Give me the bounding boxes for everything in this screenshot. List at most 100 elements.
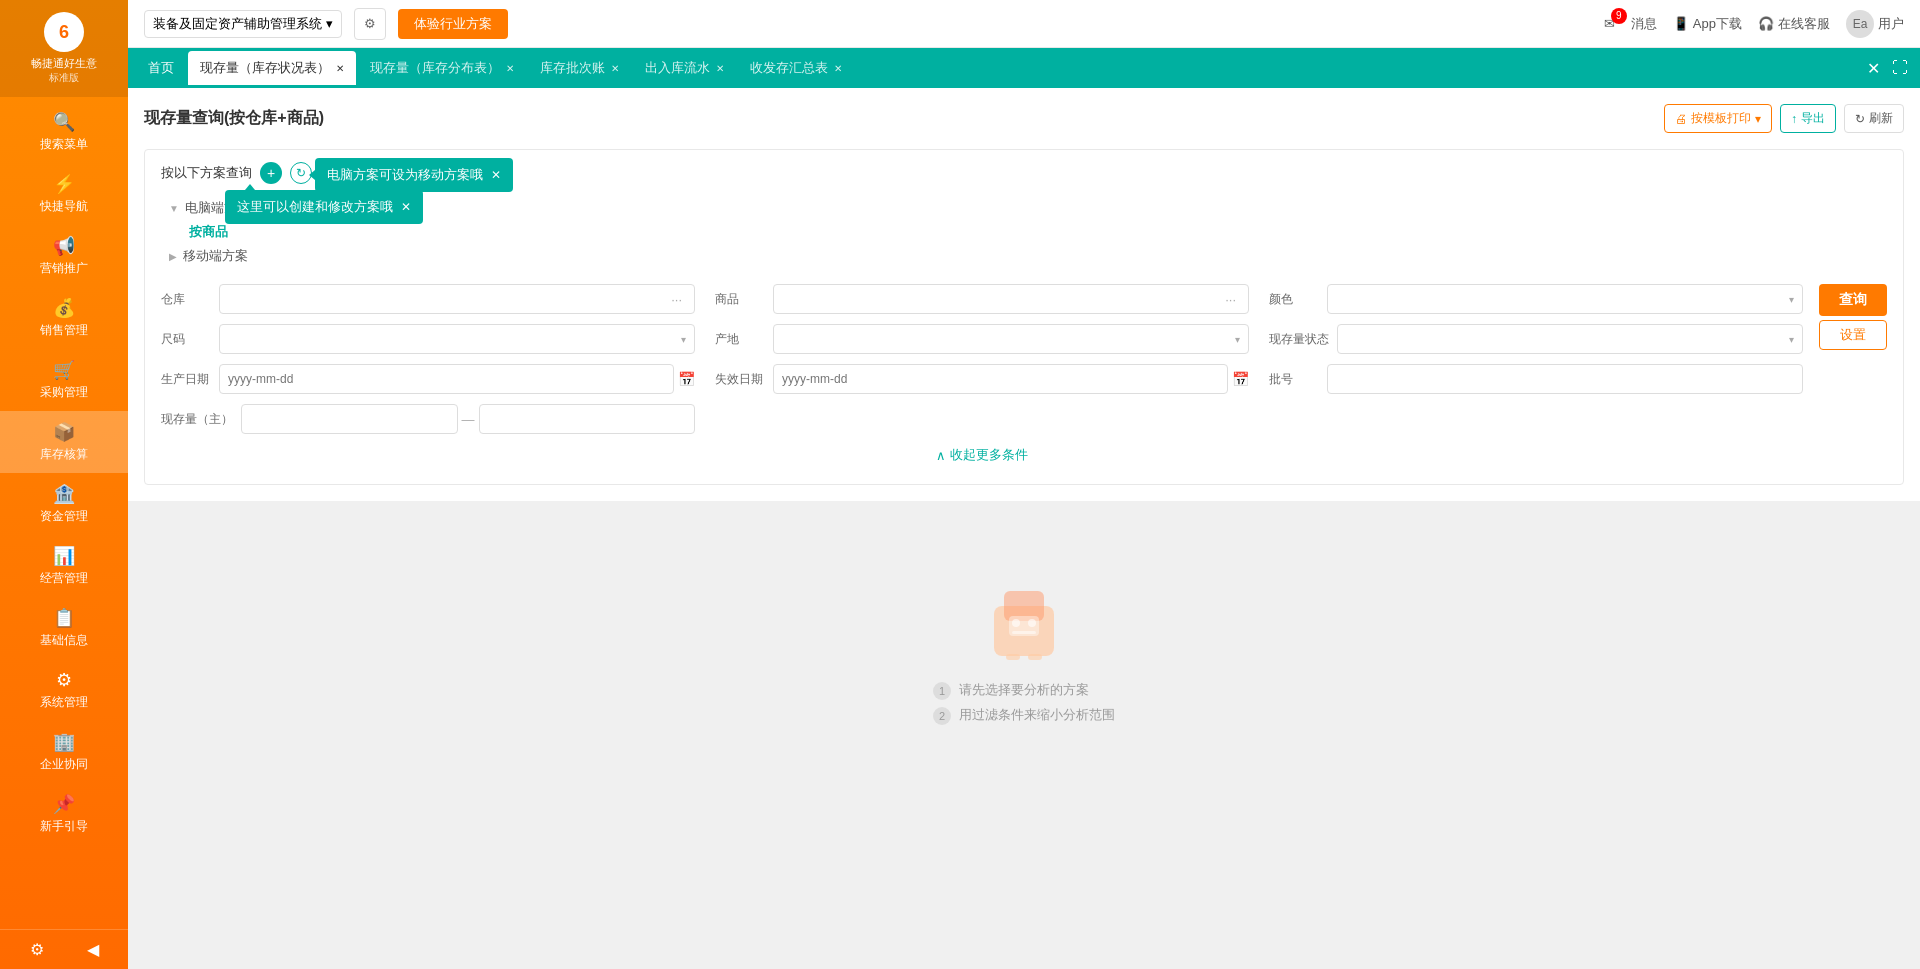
size-label: 尺码 [161,331,211,348]
warehouse-dots-icon[interactable]: ··· [667,292,686,307]
header-settings-btn[interactable]: ⚙ [354,8,386,40]
filter-goods: 商品 ··· [715,284,1249,314]
tooltip-create-text: 这里可以创建和修改方案哦 [237,198,393,216]
stock-main-max[interactable] [479,404,696,434]
tab-collect-summary-close[interactable]: ✕ [834,63,842,74]
goods-select[interactable]: ··· [773,284,1249,314]
expand-icon: ▼ [169,203,179,214]
origin-select[interactable]: ▾ [773,324,1249,354]
user-action[interactable]: Ea 用户 [1846,10,1904,38]
user-label: 用户 [1878,15,1904,33]
tab-inout-flow[interactable]: 出入库流水 ✕ [633,51,736,85]
scheme-desktop[interactable]: ▼ 电脑端方案 [169,196,1887,220]
stock-main-min[interactable] [241,404,458,434]
notification-action[interactable]: ✉ 9 消息 [1604,15,1657,33]
search-btn[interactable]: 查询 [1819,284,1887,316]
set-btn[interactable]: 设置 [1819,320,1887,350]
size-chevron-icon: ▾ [681,334,686,345]
chevron-down-icon: ▾ [326,16,333,31]
top-header: 装备及固定资产辅助管理系统 ▾ ⚙ 体验行业方案 ✉ 9 消息 📱 App下载 … [128,0,1920,48]
filter-add-btn[interactable]: + [260,162,282,184]
sidebar-item-guide[interactable]: 📌 新手引导 [0,783,128,845]
stock-status-select[interactable]: ▾ [1337,324,1803,354]
collapse-btn-label: 收起更多条件 [950,446,1028,464]
refresh-icon: ↻ [1855,112,1865,126]
tab-batch-account[interactable]: 库存批次账 ✕ [528,51,631,85]
sidebar-item-purchase[interactable]: 🛒 采购管理 [0,349,128,411]
color-label: 颜色 [1269,291,1319,308]
scheme-desktop-child[interactable]: 按商品 [169,220,1887,244]
main-area: 装备及固定资产辅助管理系统 ▾ ⚙ 体验行业方案 ✉ 9 消息 📱 App下载 … [128,0,1920,969]
goods-label: 商品 [715,291,765,308]
production-date-field: 📅 [219,364,695,394]
sidebar-collapse-btn[interactable]: ◀ [87,940,99,959]
bank-icon: 🏦 [53,483,75,505]
step-1-num: 1 [933,682,951,700]
app-download-action[interactable]: 📱 App下载 [1673,15,1742,33]
sidebar-item-enterprise[interactable]: 🏢 企业协同 [0,721,128,783]
sidebar-item-basic[interactable]: 📋 基础信息 [0,597,128,659]
tab-bar-actions: ✕ ⛶ [1863,55,1912,82]
batch-input[interactable] [1327,364,1803,394]
flash-icon: ⚡ [53,173,75,195]
tooltip-create-close[interactable]: ✕ [401,200,411,214]
sidebar-item-search[interactable]: 🔍 搜索菜单 [0,101,128,163]
industry-btn[interactable]: 体验行业方案 [398,9,508,39]
refresh-btn[interactable]: ↻ 刷新 [1844,104,1904,133]
production-calendar-icon[interactable]: 📅 [678,371,695,387]
dropdown-arrow-icon: ▾ [1755,112,1761,126]
range-separator: — [462,412,475,427]
sidebar-item-finance[interactable]: 🏦 资金管理 [0,473,128,535]
sidebar-settings-btn[interactable]: ⚙ [30,940,44,959]
refresh-label: 刷新 [1869,110,1893,127]
tab-collect-summary[interactable]: 收发存汇总表 ✕ [738,51,854,85]
expiry-date-input[interactable] [773,364,1228,394]
expiry-date-field: 📅 [773,364,1249,394]
system-title-select[interactable]: 装备及固定资产辅助管理系统 ▾ [144,10,342,38]
page-title-row: 现存量查询(按仓库+商品) 🖨 按模板打印 ▾ ↑ 导出 ↻ 刷新 [144,104,1904,133]
sidebar-item-sales[interactable]: 💰 销售管理 [0,287,128,349]
expiry-calendar-icon[interactable]: 📅 [1232,371,1249,387]
filter-grid: 仓库 ··· 商品 ··· [161,284,1803,434]
sidebar-item-system[interactable]: ⚙ 系统管理 [0,659,128,721]
warehouse-select[interactable]: ··· [219,284,695,314]
tab-inout-flow-close[interactable]: ✕ [716,63,724,74]
cart-icon: 🛒 [53,359,75,381]
warehouse-label: 仓库 [161,291,211,308]
sidebar-item-marketing[interactable]: 📢 营销推广 [0,225,128,287]
tab-inventory-status[interactable]: 现存量（库存状况表） ✕ [188,51,356,85]
tab-batch-account-close[interactable]: ✕ [611,63,619,74]
sidebar-item-operation[interactable]: 📊 经营管理 [0,535,128,597]
sidebar-item-quick-nav[interactable]: ⚡ 快捷导航 [0,163,128,225]
color-select[interactable]: ▾ [1327,284,1803,314]
production-date-input[interactable] [219,364,674,394]
empty-illustration [974,581,1074,661]
origin-label: 产地 [715,331,765,348]
tab-inventory-status-close[interactable]: ✕ [336,63,344,74]
production-date-label: 生产日期 [161,371,211,388]
scheme-mobile[interactable]: ▶ 移动端方案 [169,244,1887,268]
system-title-text: 装备及固定资产辅助管理系统 [153,15,322,33]
stock-status-label: 现存量状态 [1269,331,1329,348]
tooltip-scheme-close[interactable]: ✕ [491,168,501,182]
sidebar-footer: ⚙ ◀ [0,929,128,969]
empty-icon [974,581,1074,661]
tab-inventory-dist-close[interactable]: ✕ [506,63,514,74]
online-service-action[interactable]: 🎧 在线客服 [1758,15,1830,33]
print-icon: 🖨 [1675,112,1687,126]
tab-close-all-btn[interactable]: ✕ [1863,55,1884,82]
box-icon: 📦 [53,421,75,443]
export-btn[interactable]: ↑ 导出 [1780,104,1836,133]
sidebar-item-inventory[interactable]: 📦 库存核算 [0,411,128,473]
tab-home[interactable]: 首页 [136,51,186,85]
tab-fullscreen-btn[interactable]: ⛶ [1888,55,1912,81]
megaphone-icon: 📢 [53,235,75,257]
goods-dots-icon[interactable]: ··· [1221,292,1240,307]
size-select[interactable]: ▾ [219,324,695,354]
collapse-btn[interactable]: ∧ 收起更多条件 [161,438,1803,472]
tab-inventory-dist[interactable]: 现存量（库存分布表） ✕ [358,51,526,85]
origin-chevron-icon: ▾ [1235,334,1240,345]
template-print-btn[interactable]: 🖨 按模板打印 ▾ [1664,104,1772,133]
header-left: 装备及固定资产辅助管理系统 ▾ ⚙ 体验行业方案 [144,8,508,40]
logo-badge: 标准版 [49,71,79,85]
